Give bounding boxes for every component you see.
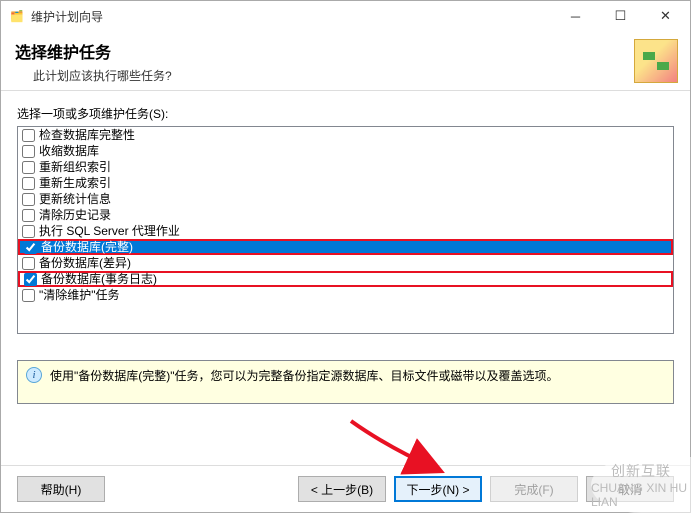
task-item[interactable]: 执行 SQL Server 代理作业 <box>18 223 673 239</box>
task-item[interactable]: 备份数据库(完整) <box>18 239 673 255</box>
page-subtitle: 此计划应该执行哪些任务? <box>15 67 626 84</box>
task-checkbox[interactable] <box>22 209 35 222</box>
hint-panel: i 使用"备份数据库(完整)"任务，您可以为完整备份指定源数据库、目标文件或磁带… <box>17 360 674 404</box>
task-label: 备份数据库(事务日志) <box>41 271 157 287</box>
task-label: 备份数据库(差异) <box>39 255 131 271</box>
back-button[interactable]: < 上一步(B) <box>298 476 386 502</box>
task-checkbox[interactable] <box>22 129 35 142</box>
task-label: 重新生成索引 <box>39 175 111 191</box>
task-item[interactable]: 备份数据库(差异) <box>18 255 673 271</box>
next-button[interactable]: 下一步(N) > <box>394 476 482 502</box>
task-item[interactable]: 备份数据库(事务日志) <box>18 271 673 287</box>
task-checkbox[interactable] <box>22 225 35 238</box>
task-checkbox[interactable] <box>22 161 35 174</box>
hint-text: 使用"备份数据库(完整)"任务，您可以为完整备份指定源数据库、目标文件或磁带以及… <box>50 367 559 384</box>
wizard-header: 选择维护任务 此计划应该执行哪些任务? <box>1 31 690 91</box>
task-checkbox[interactable] <box>22 177 35 190</box>
task-item[interactable]: 清除历史记录 <box>18 207 673 223</box>
wizard-window: 🗂️ 维护计划向导 ─ ☐ ✕ 选择维护任务 此计划应该执行哪些任务? 选择一项… <box>0 0 691 513</box>
task-checkbox[interactable] <box>22 145 35 158</box>
task-checkbox[interactable] <box>22 193 35 206</box>
task-checkbox[interactable] <box>24 241 37 254</box>
task-label: 执行 SQL Server 代理作业 <box>39 223 180 239</box>
titlebar: 🗂️ 维护计划向导 ─ ☐ ✕ <box>1 1 690 31</box>
page-title: 选择维护任务 <box>15 39 626 63</box>
cancel-button[interactable]: 取消 <box>586 476 674 502</box>
window-title: 维护计划向导 <box>31 8 553 25</box>
help-button[interactable]: 帮助(H) <box>17 476 105 502</box>
task-label: 备份数据库(完整) <box>41 239 133 255</box>
task-label: 重新组织索引 <box>39 159 111 175</box>
task-label: 更新统计信息 <box>39 191 111 207</box>
footer: 帮助(H) < 上一步(B) 下一步(N) > 完成(F) 取消 <box>1 465 690 512</box>
task-list[interactable]: 检查数据库完整性收缩数据库重新组织索引重新生成索引更新统计信息清除历史记录执行 … <box>17 126 674 334</box>
task-label: 收缩数据库 <box>39 143 99 159</box>
task-item[interactable]: 重新组织索引 <box>18 159 673 175</box>
app-icon: 🗂️ <box>9 8 25 24</box>
info-icon: i <box>26 367 42 383</box>
task-item[interactable]: 检查数据库完整性 <box>18 127 673 143</box>
task-item[interactable]: "清除维护"任务 <box>18 287 673 303</box>
task-checkbox[interactable] <box>22 257 35 270</box>
finish-button: 完成(F) <box>490 476 578 502</box>
task-item[interactable]: 更新统计信息 <box>18 191 673 207</box>
task-checkbox[interactable] <box>24 273 37 286</box>
task-label: "清除维护"任务 <box>39 287 120 303</box>
close-button[interactable]: ✕ <box>643 2 688 30</box>
task-label: 检查数据库完整性 <box>39 127 135 143</box>
minimize-button[interactable]: ─ <box>553 2 598 30</box>
task-item[interactable]: 收缩数据库 <box>18 143 673 159</box>
wizard-icon <box>634 39 678 83</box>
task-checkbox[interactable] <box>22 289 35 302</box>
maximize-button[interactable]: ☐ <box>598 2 643 30</box>
task-list-label: 选择一项或多项维护任务(S): <box>17 105 674 122</box>
content-area: 选择一项或多项维护任务(S): 检查数据库完整性收缩数据库重新组织索引重新生成索… <box>1 91 690 465</box>
task-label: 清除历史记录 <box>39 207 111 223</box>
task-item[interactable]: 重新生成索引 <box>18 175 673 191</box>
